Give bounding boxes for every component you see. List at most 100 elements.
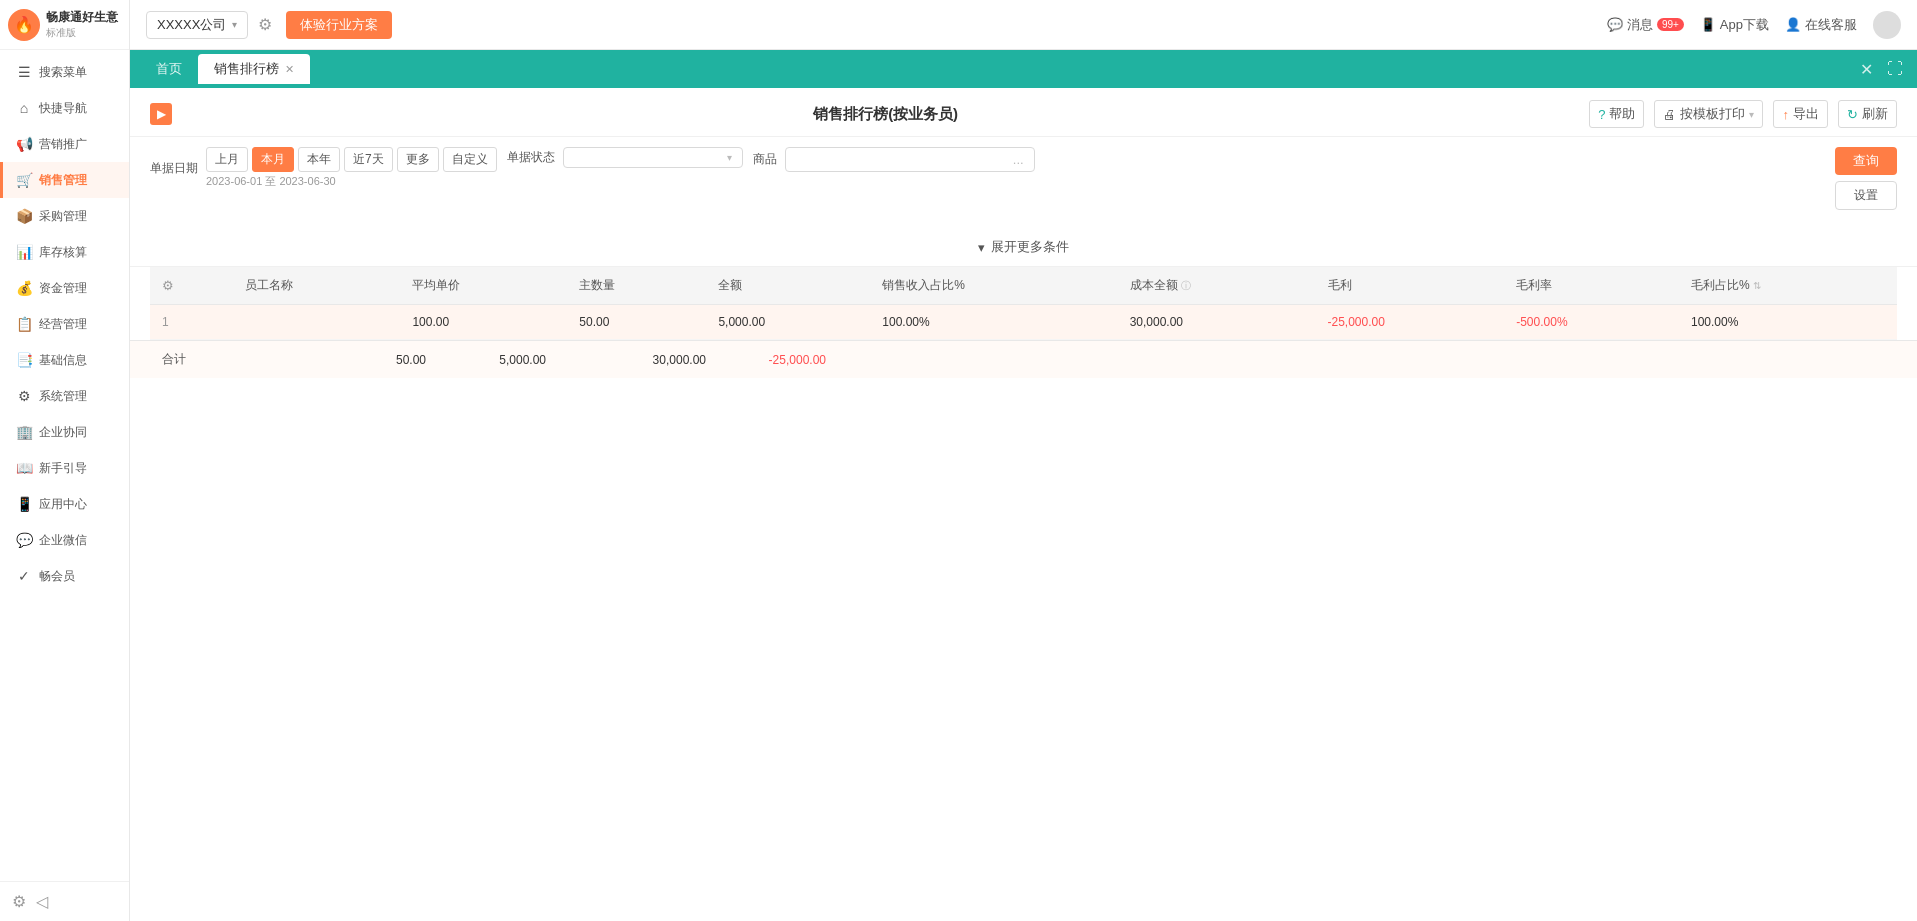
export-label: 导出 xyxy=(1793,105,1819,123)
window-maximize-button[interactable]: ⛶ xyxy=(1883,56,1907,82)
col-main-qty: 主数量 xyxy=(567,267,706,305)
refresh-label: 刷新 xyxy=(1862,105,1888,123)
sidebar-item-purchase[interactable]: 📦 采购管理 xyxy=(0,198,129,234)
cell-name-0 xyxy=(233,305,400,340)
message-icon: 💬 xyxy=(1607,17,1623,32)
sidebar-icon-basic: 📑 xyxy=(15,351,33,369)
message-badge: 99+ xyxy=(1657,18,1684,31)
sidebar-item-wechat[interactable]: 💬 企业微信 xyxy=(0,522,129,558)
cell-cost-0: 30,000.00 xyxy=(1118,305,1316,340)
table-settings-icon[interactable]: ⚙ xyxy=(162,278,174,293)
sidebar-logo: 🔥 畅康通好生意 标准版 xyxy=(0,0,129,50)
sidebar-label-marketing: 营销推广 xyxy=(39,136,87,153)
sidebar-collapse-icon[interactable]: ◁ xyxy=(36,892,48,911)
logo-main: 畅康通好生意 xyxy=(46,9,118,26)
query-button[interactable]: 查询 xyxy=(1835,147,1897,175)
col-settings[interactable]: ⚙ xyxy=(150,267,233,305)
logo-text: 畅康通好生意 标准版 xyxy=(46,9,118,40)
window-close-button[interactable]: ✕ xyxy=(1856,56,1877,83)
status-select[interactable]: ▾ xyxy=(563,147,743,168)
app-download-button[interactable]: 📱 App下载 xyxy=(1700,16,1769,34)
sidebar-icon-system: ⚙ xyxy=(15,387,33,405)
sidebar-footer: ⚙ ◁ xyxy=(0,881,129,921)
col-gross: 毛利 xyxy=(1316,267,1505,305)
sidebar-item-member[interactable]: ✓ 畅会员 xyxy=(0,558,129,594)
message-label: 消息 xyxy=(1627,16,1653,34)
date-btn-custom[interactable]: 自定义 xyxy=(443,147,497,172)
sidebar-settings-icon[interactable]: ⚙ xyxy=(12,892,26,911)
tab-home[interactable]: 首页 xyxy=(140,54,198,84)
sidebar-item-shortcut[interactable]: ⌂ 快捷导航 xyxy=(0,90,129,126)
service-label: 在线客服 xyxy=(1805,16,1857,34)
goods-filter-label: 商品 xyxy=(753,151,777,168)
table-wrapper: ⚙ 员工名称 平均单价 主数量 全额 销售收入占比% 成本全额 ⓘ 毛利 毛利率… xyxy=(130,267,1917,340)
refresh-button[interactable]: ↻ 刷新 xyxy=(1838,100,1897,128)
company-selector[interactable]: XXXXX公司 ▾ xyxy=(146,11,248,39)
topbar: XXXXX公司 ▾ ⚙ 体验行业方案 💬 消息 99+ 📱 App下载 👤 在线… xyxy=(130,0,1917,50)
print-button[interactable]: 🖨 按模板打印 ▾ xyxy=(1654,100,1763,128)
filter-main-row: 单据日期 上月 本月 本年 近7天 更多 自定义 20 xyxy=(130,137,1917,220)
filter-expand-button[interactable]: ▾ 展开更多条件 xyxy=(978,232,1069,262)
date-btn-this-month[interactable]: 本月 xyxy=(252,147,294,172)
gross-pct-sort-icon[interactable]: ⇅ xyxy=(1753,280,1761,291)
logo-icon: 🔥 xyxy=(8,9,40,41)
filter-expand-wrapper: ▾ 展开更多条件 xyxy=(130,220,1917,267)
sidebar-item-enterprise[interactable]: 🏢 企业协同 xyxy=(0,414,129,450)
help-button[interactable]: ? 帮助 xyxy=(1589,100,1644,128)
footer-cost: 30,000.00 xyxy=(626,353,706,367)
date-btn-more[interactable]: 更多 xyxy=(397,147,439,172)
cell-gross-0: -25,000.00 xyxy=(1316,305,1505,340)
help-icon: ? xyxy=(1598,107,1605,122)
date-btn-this-year[interactable]: 本年 xyxy=(298,147,340,172)
cell-gross-pct-0: 100.00% xyxy=(1679,305,1897,340)
date-btn-7days[interactable]: 近7天 xyxy=(344,147,393,172)
status-chevron-icon: ▾ xyxy=(727,152,732,163)
message-button[interactable]: 💬 消息 99+ xyxy=(1607,16,1684,34)
cost-info-icon: ⓘ xyxy=(1181,280,1191,291)
sidebar-item-basic[interactable]: 📑 基础信息 xyxy=(0,342,129,378)
export-button[interactable]: ↑ 导出 xyxy=(1773,100,1828,128)
online-service-button[interactable]: 👤 在线客服 xyxy=(1785,16,1857,34)
date-filter-label: 单据日期 xyxy=(150,160,198,177)
sidebar-item-operations[interactable]: 📋 经营管理 xyxy=(0,306,129,342)
col-gross-pct: 毛利占比% ⇅ xyxy=(1679,267,1897,305)
cell-avg-price-0: 100.00 xyxy=(400,305,567,340)
date-filter-options: 上月 本月 本年 近7天 更多 自定义 2023-06-01 至 2023-06… xyxy=(206,147,497,189)
sidebar-label-guide: 新手引导 xyxy=(39,460,87,477)
sidebar-item-search[interactable]: ☰ 搜索菜单 xyxy=(0,54,129,90)
date-btn-last-month[interactable]: 上月 xyxy=(206,147,248,172)
topbar-gear-icon[interactable]: ⚙ xyxy=(258,15,272,34)
sidebar-icon-apps: 📱 xyxy=(15,495,33,513)
page-title: 销售排行榜(按业务员) xyxy=(813,105,958,124)
company-chevron-icon: ▾ xyxy=(232,19,237,30)
tab-sales-rank-close-icon[interactable]: ✕ xyxy=(285,63,294,76)
user-avatar[interactable] xyxy=(1873,11,1901,39)
sidebar-icon-purchase: 📦 xyxy=(15,207,33,225)
data-table: ⚙ 员工名称 平均单价 主数量 全额 销售收入占比% 成本全额 ⓘ 毛利 毛利率… xyxy=(150,267,1897,340)
sidebar-label-finance: 资金管理 xyxy=(39,280,87,297)
trial-button[interactable]: 体验行业方案 xyxy=(286,11,392,39)
filter-status-group: 单据状态 ▾ xyxy=(507,147,743,168)
footer-gross: -25,000.00 xyxy=(746,353,826,367)
date-options-row: 上月 本月 本年 近7天 更多 自定义 xyxy=(206,147,497,172)
sidebar-item-inventory[interactable]: 📊 库存核算 xyxy=(0,234,129,270)
collapse-button[interactable]: ▶ xyxy=(150,103,172,125)
sidebar-label-wechat: 企业微信 xyxy=(39,532,87,549)
sidebar-icon-enterprise: 🏢 xyxy=(15,423,33,441)
tab-sales-rank-label: 销售排行榜 xyxy=(214,60,279,78)
cell-amount-0: 5,000.00 xyxy=(706,305,870,340)
goods-input[interactable]: ... xyxy=(785,147,1035,172)
expand-label: 展开更多条件 xyxy=(991,238,1069,256)
print-icon: 🖨 xyxy=(1663,107,1676,122)
sidebar-item-sales[interactable]: 🛒 销售管理 xyxy=(0,162,129,198)
goods-more-icon[interactable]: ... xyxy=(1013,152,1024,167)
sidebar-item-finance[interactable]: 💰 资金管理 xyxy=(0,270,129,306)
sidebar-item-marketing[interactable]: 📢 营销推广 xyxy=(0,126,129,162)
sidebar-icon-search: ☰ xyxy=(15,63,33,81)
settings-button[interactable]: 设置 xyxy=(1835,181,1897,210)
tab-sales-rank[interactable]: 销售排行榜 ✕ xyxy=(198,54,310,84)
sidebar: 🔥 畅康通好生意 标准版 ☰ 搜索菜单 ⌂ 快捷导航 📢 营销推广 🛒 销售管理… xyxy=(0,0,130,921)
sidebar-item-system[interactable]: ⚙ 系统管理 xyxy=(0,378,129,414)
sidebar-item-apps[interactable]: 📱 应用中心 xyxy=(0,486,129,522)
sidebar-item-guide[interactable]: 📖 新手引导 xyxy=(0,450,129,486)
